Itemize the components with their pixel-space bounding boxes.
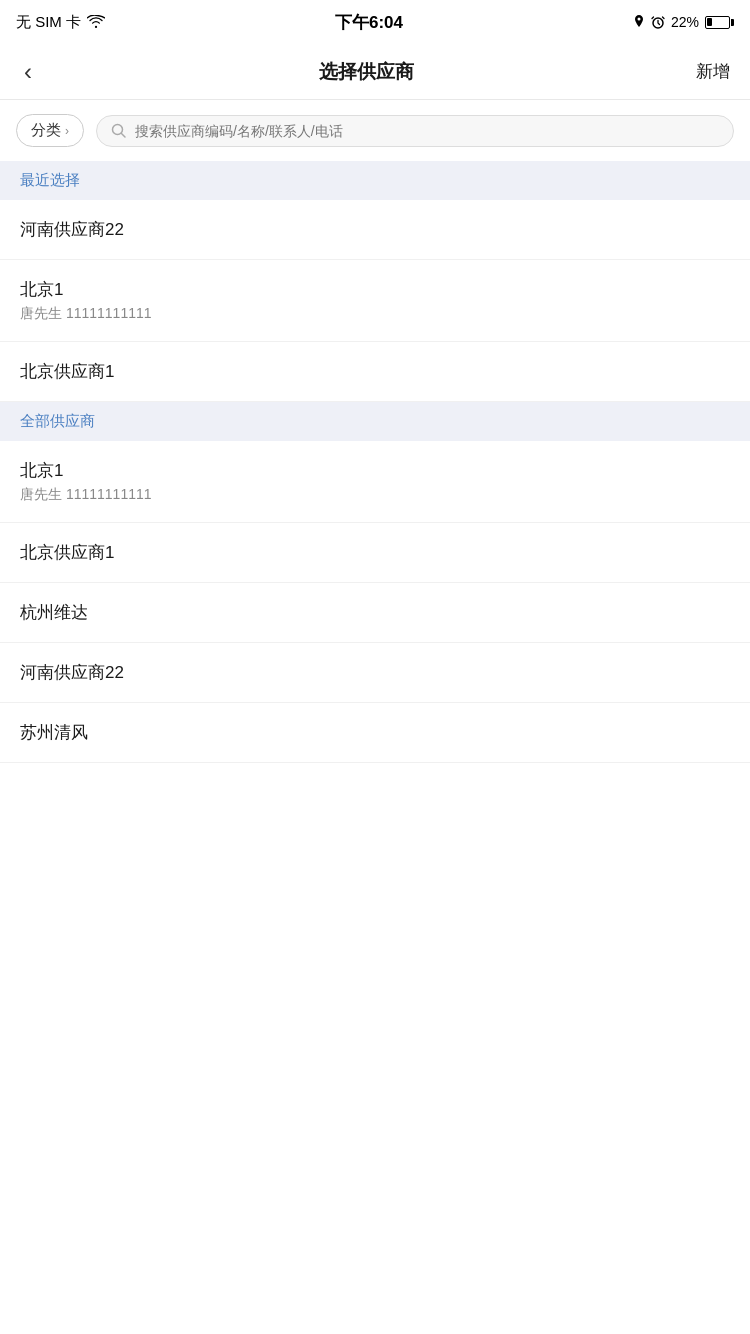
list-item[interactable]: 北京1 唐先生 11111111111 [0, 441, 750, 523]
status-bar-right: 22% [633, 14, 734, 30]
nav-bar: ‹ 选择供应商 新增 [0, 44, 750, 100]
list-item-name: 北京供应商1 [20, 360, 730, 383]
list-item-name: 北京1 [20, 278, 730, 301]
search-input[interactable] [135, 123, 719, 139]
list-item[interactable]: 苏州清风 [0, 703, 750, 763]
status-bar: 无 SIM 卡 下午6:04 22% [0, 0, 750, 44]
supplier-list: 最近选择河南供应商22 北京1 唐先生 11111111111 北京供应商1 全部供应商… [0, 161, 750, 763]
category-label: 分类 [31, 121, 61, 140]
filter-bar: 分类 › [0, 100, 750, 161]
battery-icon [705, 16, 734, 29]
list-item[interactable]: 北京1 唐先生 11111111111 [0, 260, 750, 342]
category-button[interactable]: 分类 › [16, 114, 84, 147]
chevron-right-icon: › [65, 124, 69, 138]
list-item[interactable]: 河南供应商22 [0, 643, 750, 703]
list-item[interactable]: 杭州维达 [0, 583, 750, 643]
list-item-name: 苏州清风 [20, 721, 730, 744]
list-item[interactable]: 河南供应商22 [0, 200, 750, 260]
alarm-icon [651, 15, 665, 29]
location-icon [633, 15, 645, 29]
list-item-name: 河南供应商22 [20, 661, 730, 684]
list-item-name: 杭州维达 [20, 601, 730, 624]
back-button[interactable]: ‹ [20, 54, 36, 90]
sim-status: 无 SIM 卡 [16, 13, 81, 32]
page-title: 选择供应商 [319, 59, 414, 85]
section-header-text-recent: 最近选择 [20, 171, 80, 188]
list-item-sub: 唐先生 11111111111 [20, 305, 730, 323]
section-header-text-all: 全部供应商 [20, 412, 95, 429]
status-time: 下午6:04 [335, 11, 403, 34]
search-box[interactable] [96, 115, 734, 147]
list-item-name: 北京1 [20, 459, 730, 482]
list-item-sub: 唐先生 11111111111 [20, 486, 730, 504]
list-item-name: 北京供应商1 [20, 541, 730, 564]
battery-percent: 22% [671, 14, 699, 30]
section-header-recent: 最近选择 [0, 161, 750, 200]
section-header-all: 全部供应商 [0, 402, 750, 441]
add-button[interactable]: 新增 [696, 60, 730, 83]
status-bar-left: 无 SIM 卡 [16, 13, 105, 32]
list-item[interactable]: 北京供应商1 [0, 523, 750, 583]
search-icon [111, 123, 127, 139]
list-item-name: 河南供应商22 [20, 218, 730, 241]
wifi-icon [87, 15, 105, 29]
list-item[interactable]: 北京供应商1 [0, 342, 750, 402]
